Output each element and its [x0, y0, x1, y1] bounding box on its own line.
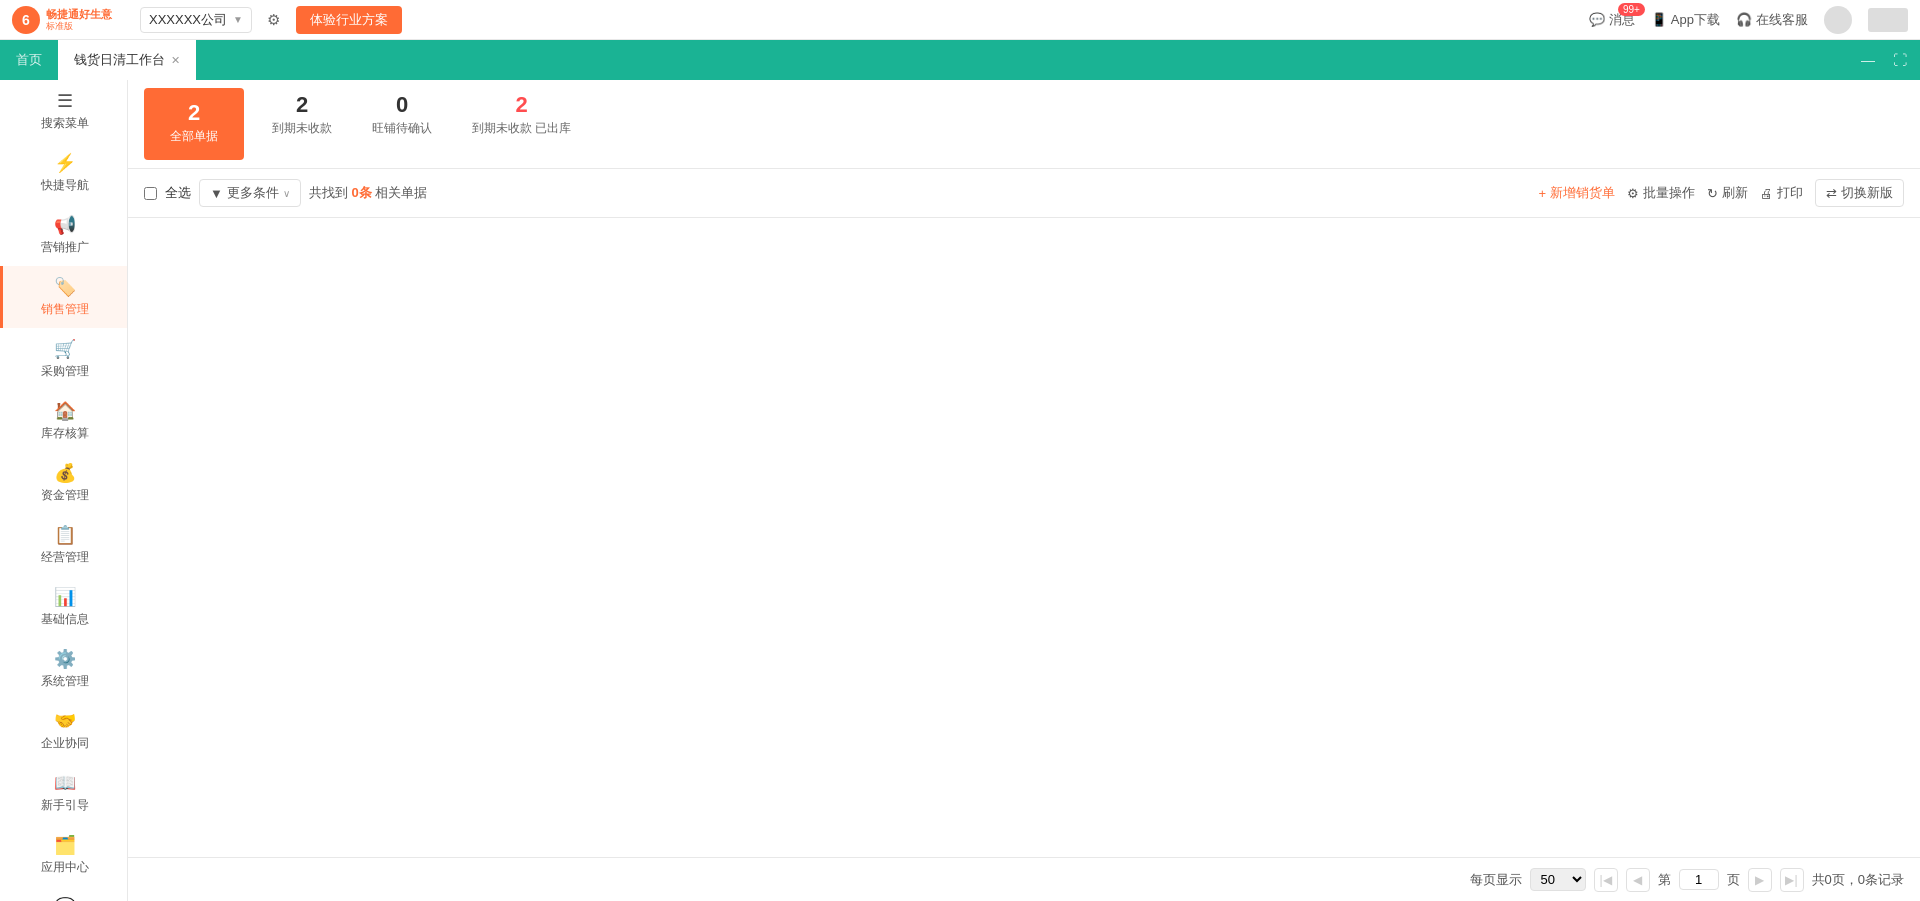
enterprise-icon: 🤝 — [54, 710, 76, 732]
operation-icon: 📋 — [54, 524, 76, 546]
avatar[interactable] — [1824, 6, 1852, 34]
close-icon[interactable]: ✕ — [171, 54, 180, 67]
sidebar-item-finance[interactable]: 💰 资金管理 — [0, 452, 127, 514]
message-button[interactable]: 💬 消息 99+ — [1589, 11, 1635, 29]
print-icon: 🖨 — [1760, 186, 1773, 201]
sidebar-item-purchase[interactable]: 🛒 采购管理 — [0, 328, 127, 390]
system-icon: ⚙️ — [54, 648, 76, 670]
header-right: 💬 消息 99+ 📱 App下载 🎧 在线客服 — [1589, 6, 1908, 34]
batch-operation-button[interactable]: ⚙ 批量操作 — [1627, 184, 1695, 202]
stat-tab-all[interactable]: 2 全部单据 — [144, 88, 244, 160]
refresh-button[interactable]: ↻ 刷新 — [1707, 184, 1748, 202]
found-text: 共找到 0条 相关单据 — [309, 184, 427, 202]
logo-text: 畅捷通好生意 标准版 — [46, 8, 112, 32]
table-area — [128, 218, 1920, 857]
sidebar-item-enterprise[interactable]: 🤝 企业协同 — [0, 700, 127, 762]
select-all-checkbox[interactable] — [144, 187, 157, 200]
settings-button[interactable]: ⚙ — [260, 6, 288, 34]
inventory-icon: 🏠 — [54, 400, 76, 422]
purchase-icon: 🛒 — [54, 338, 76, 360]
select-all-label: 全选 — [165, 184, 191, 202]
tab-home[interactable]: 首页 — [0, 40, 58, 80]
toolbar-left: 全选 ▼ 更多条件 ∨ 共找到 0条 相关单据 — [144, 179, 1530, 207]
plus-icon: + — [1538, 186, 1546, 201]
filter-icon: ▼ — [210, 186, 223, 201]
filter-button[interactable]: ▼ 更多条件 ∨ — [199, 179, 301, 207]
page-number-input[interactable] — [1679, 869, 1719, 890]
sidebar-item-marketing[interactable]: 📢 营销推广 — [0, 204, 127, 266]
basic-info-icon: 📊 — [54, 586, 76, 608]
window-minimize-button[interactable]: — — [1856, 48, 1880, 72]
message-badge: 99+ — [1618, 3, 1645, 16]
stat-tab-overdue-shipped[interactable]: 2 到期未收款 已出库 — [452, 80, 591, 168]
sidebar-item-app-center[interactable]: 🗂️ 应用中心 — [0, 824, 127, 886]
found-count: 0条 — [352, 185, 372, 200]
tab-bar: 首页 钱货日清工作台 ✕ — ⛶ — [0, 40, 1920, 80]
stat-tab-overdue[interactable]: 2 到期未收款 — [252, 80, 352, 168]
switch-version-button[interactable]: ⇄ 切换新版 — [1815, 179, 1904, 207]
finance-icon: 💰 — [54, 462, 76, 484]
sidebar-item-system[interactable]: ⚙️ 系统管理 — [0, 638, 127, 700]
app-center-icon: 🗂️ — [54, 834, 76, 856]
switch-icon: ⇄ — [1826, 186, 1837, 201]
toolbar: 全选 ▼ 更多条件 ∨ 共找到 0条 相关单据 + 新增销货单 — [128, 169, 1920, 218]
stats-tabs: 2 全部单据 2 到期未收款 0 旺铺待确认 2 到期未收款 已出库 — [128, 80, 1920, 169]
content-area: 2 全部单据 2 到期未收款 0 旺铺待确认 2 到期未收款 已出库 全选 — [128, 80, 1920, 901]
main-layout: ☰ 搜索菜单 ⚡ 快捷导航 📢 营销推广 🏷️ 销售管理 🛒 采购管理 🏠 库存… — [0, 80, 1920, 901]
download-icon: 📱 — [1651, 12, 1667, 27]
tab-bar-actions: — ⛶ — [1856, 48, 1920, 72]
sidebar-item-inventory[interactable]: 🏠 库存核算 — [0, 390, 127, 452]
top-header: 6 畅捷通好生意 标准版 XXXXXX公司 ▼ ⚙ 体验行业方案 💬 消息 99… — [0, 0, 1920, 40]
chevron-down-icon: ∨ — [283, 188, 290, 199]
message-icon: 💬 — [1589, 12, 1605, 27]
sidebar-item-newbie[interactable]: 📖 新手引导 — [0, 762, 127, 824]
print-button[interactable]: 🖨 打印 — [1760, 184, 1803, 202]
search-menu-icon: ☰ — [57, 90, 73, 112]
app-download-button[interactable]: 📱 App下载 — [1651, 11, 1720, 29]
empty-state — [128, 218, 1920, 857]
service-icon: 🎧 — [1736, 12, 1752, 27]
quick-nav-icon: ⚡ — [54, 152, 76, 174]
per-page-select[interactable]: 50 10 20 100 — [1530, 868, 1586, 891]
wechat-icon: 💬 — [54, 896, 76, 901]
logo-area: 6 畅捷通好生意 标准版 — [12, 6, 140, 34]
stat-tab-wangpu[interactable]: 0 旺铺待确认 — [352, 80, 452, 168]
newbie-icon: 📖 — [54, 772, 76, 794]
sidebar-item-operation[interactable]: 📋 经营管理 — [0, 514, 127, 576]
sidebar-item-quick-nav[interactable]: ⚡ 快捷导航 — [0, 142, 127, 204]
add-sales-order-button[interactable]: + 新增销货单 — [1538, 184, 1615, 202]
sidebar-item-search-menu[interactable]: ☰ 搜索菜单 — [0, 80, 127, 142]
toolbar-right: + 新增销货单 ⚙ 批量操作 ↻ 刷新 🖨 打印 ⇄ 切换新版 — [1538, 179, 1904, 207]
sidebar-item-wechat[interactable]: 💬 企业微信 — [0, 886, 127, 901]
tab-work-desk[interactable]: 钱货日清工作台 ✕ — [58, 40, 196, 80]
next-page-button[interactable]: ▶ — [1748, 868, 1772, 892]
first-page-button[interactable]: |◀ — [1594, 868, 1618, 892]
logo-icon: 6 — [12, 6, 40, 34]
sidebar-item-sales[interactable]: 🏷️ 销售管理 — [0, 266, 127, 328]
marketing-icon: 📢 — [54, 214, 76, 236]
batch-icon: ⚙ — [1627, 186, 1639, 201]
sales-icon: 🏷️ — [54, 276, 76, 298]
last-page-button[interactable]: ▶| — [1780, 868, 1804, 892]
pagination-bar: 每页显示 50 10 20 100 |◀ ◀ 第 页 ▶ ▶| 共0页，0条记录 — [128, 857, 1920, 901]
refresh-icon: ↻ — [1707, 186, 1718, 201]
company-selector[interactable]: XXXXXX公司 ▼ — [140, 7, 252, 33]
sidebar-item-basic-info[interactable]: 📊 基础信息 — [0, 576, 127, 638]
chevron-down-icon: ▼ — [233, 14, 243, 25]
experience-button[interactable]: 体验行业方案 — [296, 6, 402, 34]
prev-page-button[interactable]: ◀ — [1626, 868, 1650, 892]
online-service-button[interactable]: 🎧 在线客服 — [1736, 11, 1808, 29]
user-name-area — [1868, 8, 1908, 32]
sidebar: ☰ 搜索菜单 ⚡ 快捷导航 📢 营销推广 🏷️ 销售管理 🛒 采购管理 🏠 库存… — [0, 80, 128, 901]
window-maximize-button[interactable]: ⛶ — [1888, 48, 1912, 72]
